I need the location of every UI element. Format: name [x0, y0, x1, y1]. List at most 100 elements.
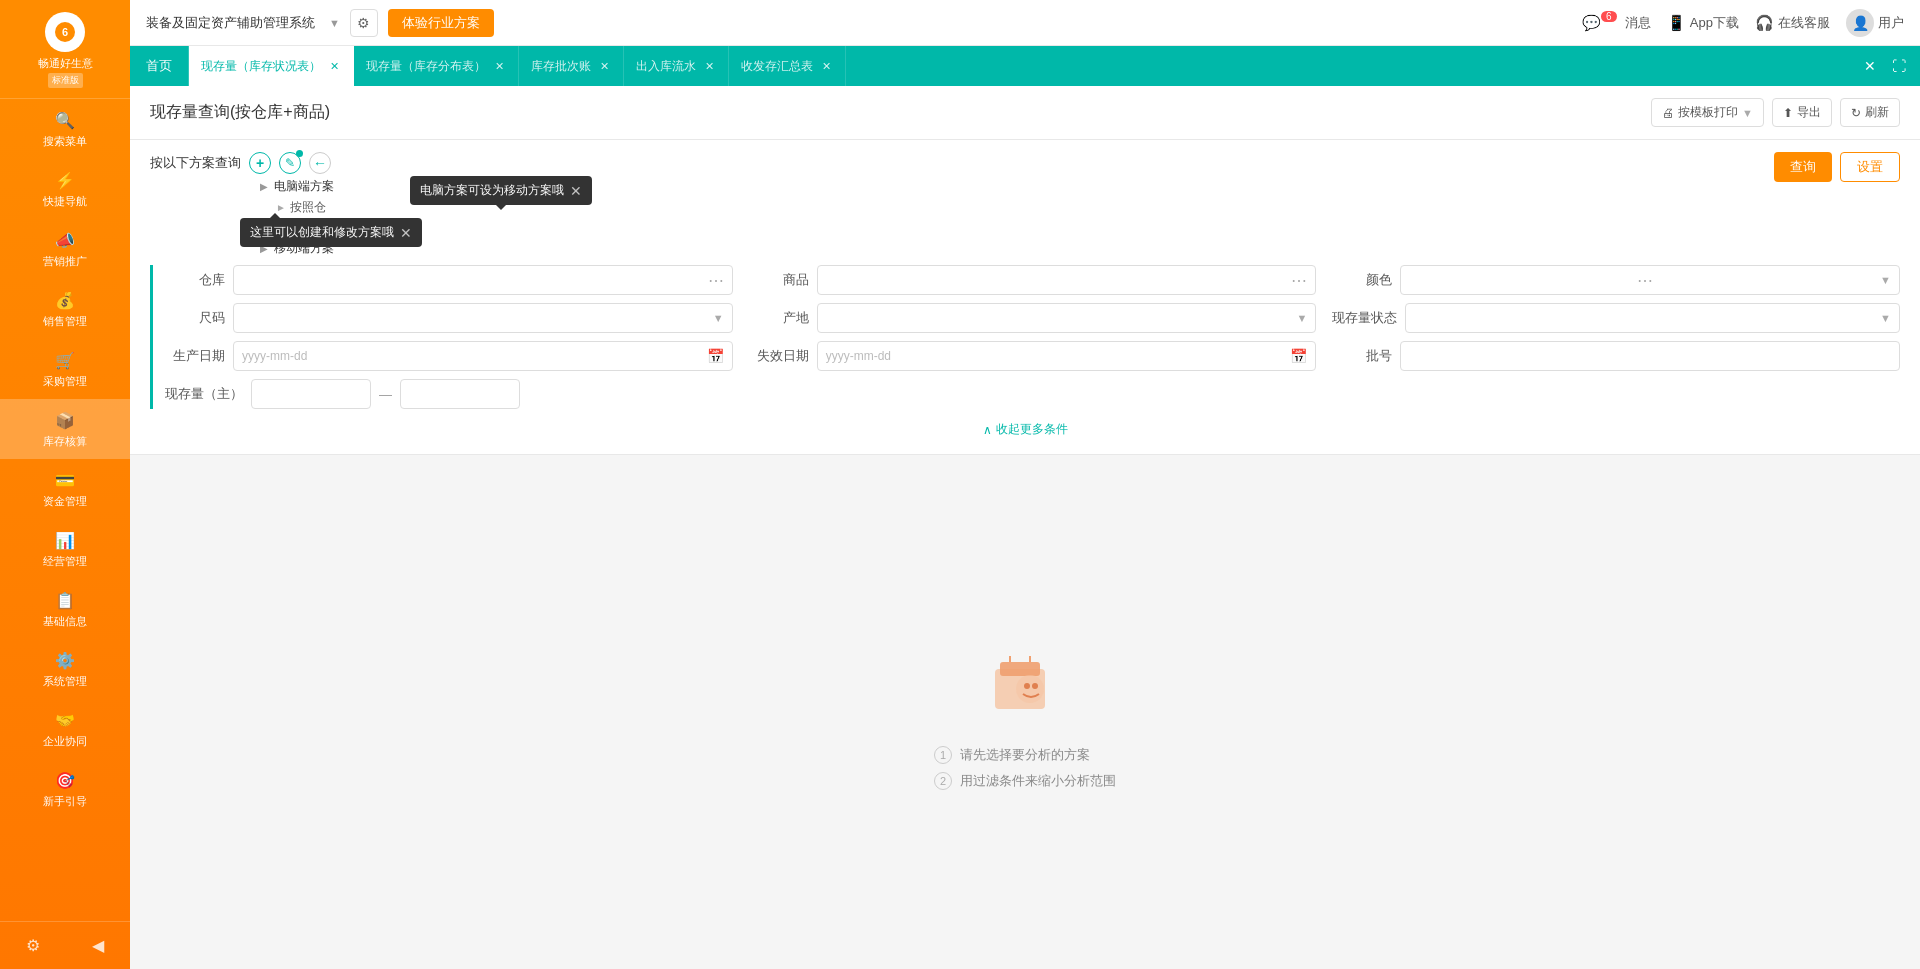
- print-button[interactable]: 🖨 按模板打印 ▼: [1651, 98, 1764, 127]
- sidebar-item-marketing[interactable]: 📣 营销推广: [0, 219, 130, 279]
- settings-button[interactable]: 设置: [1840, 152, 1900, 182]
- sidebar-item-system[interactable]: ⚙️ 系统管理: [0, 639, 130, 699]
- filter-fields-container: 仓库 ⋯ 商品 ⋯ 颜色 ⋯: [150, 265, 1900, 409]
- user-action[interactable]: 👤 用户: [1846, 9, 1904, 37]
- search-button[interactable]: 查询: [1774, 152, 1832, 182]
- sidebar-item-basic-info[interactable]: 📋 基础信息: [0, 579, 130, 639]
- enterprise-icon: 🤝: [54, 709, 76, 731]
- tip-num-2: 2: [934, 772, 952, 790]
- tab-inventory-dist-label: 现存量（库存分布表）: [366, 58, 486, 75]
- print-label: 按模板打印: [1678, 104, 1738, 121]
- filter-top-row: 按以下方案查询 + ✎ ← 电脑方案可设为移动方案哦 ✕: [150, 152, 1900, 174]
- collapse-filter-btn[interactable]: ∧ 收起更多条件: [150, 417, 1900, 442]
- product-label: 商品: [749, 271, 809, 289]
- notification-count: 6: [1601, 11, 1617, 22]
- tooltip2-close-btn[interactable]: ✕: [400, 225, 412, 241]
- tab-inventory-dist-close[interactable]: ✕: [492, 59, 506, 73]
- user-label: 用户: [1878, 14, 1904, 32]
- size-arrow-icon: ▼: [713, 312, 724, 324]
- tooltip1-close-btn[interactable]: ✕: [570, 183, 582, 199]
- basic-info-icon: 📋: [54, 589, 76, 611]
- exp-date-start-placeholder: yyyy-mm-dd: [826, 349, 891, 363]
- scheme-mobile[interactable]: ▶ 移动端方案: [260, 240, 1900, 257]
- online-support-label: 在线客服: [1778, 14, 1830, 32]
- batch-input[interactable]: [1400, 341, 1900, 371]
- tab-inventory-status-label: 现存量（库存状况表）: [201, 58, 321, 75]
- experience-button[interactable]: 体验行业方案: [388, 9, 494, 37]
- sidebar-item-operations[interactable]: 📊 经营管理: [0, 519, 130, 579]
- gear-button[interactable]: ⚙: [350, 9, 378, 37]
- exp-date-start-input[interactable]: yyyy-mm-dd 📅: [817, 341, 1317, 371]
- exp-date-calendar-icon[interactable]: 📅: [1290, 348, 1307, 364]
- tooltip1-text: 电脑方案可设为移动方案哦: [420, 182, 564, 199]
- origin-label: 产地: [749, 309, 809, 327]
- tab-inventory-status[interactable]: 现存量（库存状况表） ✕: [189, 46, 354, 86]
- filter-add-scheme-btn[interactable]: +: [249, 152, 271, 174]
- warehouse-dots[interactable]: ⋯: [708, 271, 724, 290]
- stock-qty-min-input[interactable]: [251, 379, 371, 409]
- notification-action[interactable]: 💬 6 消息: [1582, 14, 1651, 32]
- svg-rect-3: [1000, 662, 1040, 676]
- tab-home[interactable]: 首页: [130, 46, 189, 86]
- collapse-sidebar-btn[interactable]: ◀: [84, 932, 112, 959]
- settings-btn[interactable]: ⚙: [18, 932, 48, 959]
- color-dots[interactable]: ⋯: [1637, 271, 1653, 290]
- app-download-action[interactable]: 📱 App下载: [1667, 14, 1739, 32]
- sidebar-item-guide[interactable]: 🎯 新手引导: [0, 759, 130, 819]
- tip-text-1: 请先选择要分析的方案: [960, 746, 1090, 764]
- operations-label: 经营管理: [43, 554, 87, 569]
- sidebar-item-enterprise[interactable]: 🤝 企业协同: [0, 699, 130, 759]
- sidebar-item-search-menu[interactable]: 🔍 搜索菜单: [0, 99, 130, 159]
- filter-edit-scheme-btn[interactable]: ✎: [279, 152, 301, 174]
- sidebar-item-inventory[interactable]: 📦 库存核算: [0, 399, 130, 459]
- empty-state: 1 请先选择要分析的方案 2 用过滤条件来缩小分析范围: [934, 634, 1116, 790]
- sidebar-item-purchase[interactable]: 🛒 采购管理: [0, 339, 130, 399]
- online-support-action[interactable]: 🎧 在线客服: [1755, 14, 1830, 32]
- tab-batch-ledger[interactable]: 库存批次账 ✕: [519, 46, 624, 86]
- empty-tip-2: 2 用过滤条件来缩小分析范围: [934, 772, 1116, 790]
- size-select[interactable]: ▼: [233, 303, 733, 333]
- sales-label: 销售管理: [43, 314, 87, 329]
- page-title: 现存量查询(按仓库+商品): [150, 102, 330, 123]
- product-select[interactable]: ⋯: [817, 265, 1317, 295]
- filter-scheme-arrow-btn[interactable]: ←: [309, 152, 331, 174]
- stock-qty-max-input[interactable]: [400, 379, 520, 409]
- sidebar-item-sales[interactable]: 💰 销售管理: [0, 279, 130, 339]
- origin-select[interactable]: ▼: [817, 303, 1317, 333]
- tab-batch-ledger-close[interactable]: ✕: [597, 59, 611, 73]
- system-icon: ⚙️: [54, 649, 76, 671]
- color-select[interactable]: ⋯ ▼: [1400, 265, 1900, 295]
- basic-info-label: 基础信息: [43, 614, 87, 629]
- mfg-date-start-input[interactable]: yyyy-mm-dd 📅: [233, 341, 733, 371]
- notification-icon: 💬: [1582, 14, 1601, 32]
- stock-status-select[interactable]: ▼: [1405, 303, 1900, 333]
- warehouse-select[interactable]: ⋯: [233, 265, 733, 295]
- quick-nav-label: 快捷导航: [43, 194, 87, 209]
- tab-fullscreen-icon[interactable]: ⛶: [1888, 54, 1910, 78]
- sidebar-item-finance[interactable]: 💳 资金管理: [0, 459, 130, 519]
- tab-io-flow-close[interactable]: ✕: [702, 59, 716, 73]
- edit-icon: ✎: [285, 156, 295, 170]
- filter-origin-row: 产地 ▼: [749, 303, 1317, 333]
- tab-io-flow[interactable]: 出入库流水 ✕: [624, 46, 729, 86]
- export-button[interactable]: ⬆ 导出: [1772, 98, 1832, 127]
- tab-inventory-status-close[interactable]: ✕: [327, 59, 341, 73]
- tab-receive-send-close[interactable]: ✕: [819, 59, 833, 73]
- refresh-icon: ↻: [1851, 106, 1861, 120]
- tab-inventory-dist[interactable]: 现存量（库存分布表） ✕: [354, 46, 519, 86]
- filter-product-row: 商品 ⋯: [749, 265, 1317, 295]
- product-dots[interactable]: ⋯: [1291, 271, 1307, 290]
- enterprise-label: 企业协同: [43, 734, 87, 749]
- search-menu-icon: 🔍: [54, 109, 76, 131]
- main-content: 装备及固定资产辅助管理系统 ▼ ⚙ 体验行业方案 💬 6 消息 📱 App下载 …: [130, 0, 1920, 969]
- mfg-date-label: 生产日期: [165, 347, 225, 365]
- origin-arrow-icon: ▼: [1296, 312, 1307, 324]
- tab-close-all-icon[interactable]: ✕: [1860, 54, 1880, 78]
- tab-receive-send[interactable]: 收发存汇总表 ✕: [729, 46, 846, 86]
- mfg-date-calendar-icon[interactable]: 📅: [707, 348, 724, 364]
- sidebar-item-quick-nav[interactable]: ⚡ 快捷导航: [0, 159, 130, 219]
- tip-num-1: 1: [934, 746, 952, 764]
- refresh-button[interactable]: ↻ 刷新: [1840, 98, 1900, 127]
- filter-row4: 现存量（主） —: [165, 379, 1900, 409]
- sales-icon: 💰: [54, 289, 76, 311]
